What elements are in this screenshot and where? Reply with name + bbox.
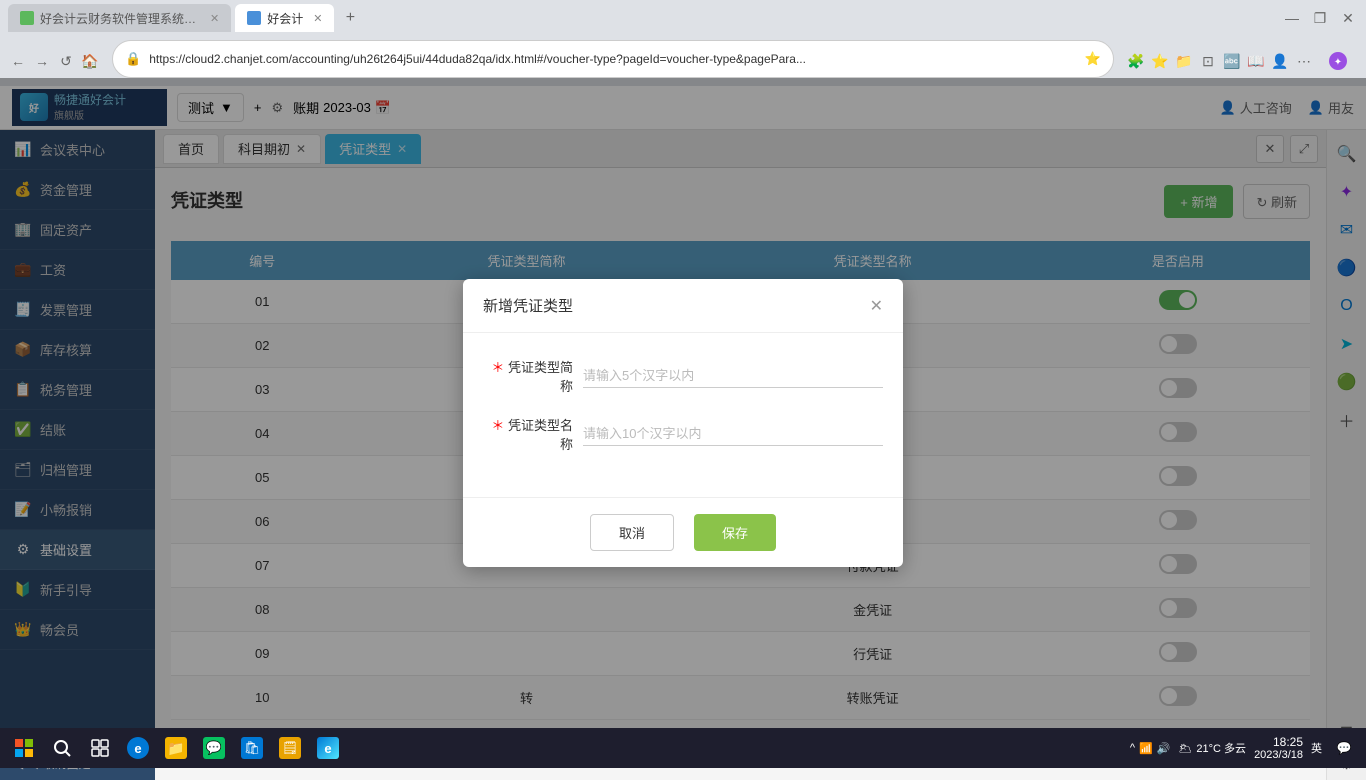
- minimize-btn[interactable]: —: [1282, 8, 1302, 28]
- tab1-favicon: [20, 11, 34, 25]
- start-button[interactable]: [8, 732, 40, 764]
- taskbar-browser[interactable]: e: [122, 732, 154, 764]
- tab2-favicon: [247, 11, 261, 25]
- reload-btn[interactable]: ↺: [56, 51, 76, 71]
- save-button[interactable]: 保存: [694, 514, 776, 551]
- taskbar-task-view[interactable]: [84, 732, 116, 764]
- restore-btn[interactable]: ❐: [1310, 8, 1330, 28]
- back-btn[interactable]: ←: [8, 51, 28, 71]
- collections-btn[interactable]: 📁: [1174, 51, 1194, 71]
- dialog-close-btn[interactable]: ✕: [870, 296, 883, 316]
- cancel-button[interactable]: 取消: [590, 514, 674, 551]
- address-bar[interactable]: 🔒 https://cloud2.chanjet.com/accounting/…: [112, 40, 1114, 78]
- taskbar-right-area: ^ 📶 🔊 🌥 21°C 多云 18:25 2023/3/18 英 💬: [1130, 734, 1358, 762]
- new-tab-button[interactable]: +: [338, 6, 362, 30]
- taskbar-store[interactable]: 🛍: [236, 732, 268, 764]
- sound-icon: 🔊: [1157, 742, 1171, 755]
- taskbar-clock[interactable]: 18:25 2023/3/18: [1254, 735, 1303, 761]
- abbr-required-mark: ＊: [491, 360, 504, 375]
- forward-btn[interactable]: →: [32, 51, 52, 71]
- tray-caret: ^: [1130, 742, 1135, 754]
- dialog-overlay: 新增凭证类型 ✕ ＊ 凭证类型简称 ＊ 凭证类型名称 取消 保存: [0, 78, 1366, 768]
- dialog-title: 新增凭证类型: [483, 295, 573, 316]
- taskbar-search[interactable]: [46, 732, 78, 764]
- favorites-btn[interactable]: ⭐: [1150, 51, 1170, 71]
- abbr-input[interactable]: [583, 364, 883, 388]
- notification-btn[interactable]: 💬: [1330, 734, 1358, 762]
- taskbar: e 📁 💬 🛍 🗒 e ^ 📶 🔊 🌥 21°C 多云 18:25 2023/3…: [0, 728, 1366, 768]
- tab2-title: 好会计: [267, 10, 303, 27]
- copilot-btn[interactable]: ✦: [1318, 51, 1358, 71]
- home-btn[interactable]: 🏠: [80, 51, 100, 71]
- name-label: ＊ 凭证类型名称: [483, 415, 583, 453]
- dialog: 新增凭证类型 ✕ ＊ 凭证类型简称 ＊ 凭证类型名称 取消 保存: [463, 279, 903, 567]
- dialog-body: ＊ 凭证类型简称 ＊ 凭证类型名称: [463, 333, 903, 497]
- weather-display: 🌥 21°C 多云: [1178, 740, 1246, 756]
- close-btn[interactable]: ✕: [1338, 8, 1358, 28]
- name-form-row: ＊ 凭证类型名称: [483, 415, 883, 453]
- tab2-close[interactable]: ✕: [313, 12, 322, 25]
- taskbar-edge-app[interactable]: e: [312, 732, 344, 764]
- taskbar-files[interactable]: 🗒: [274, 732, 306, 764]
- dialog-footer: 取消 保存: [463, 497, 903, 567]
- weather-text: 21°C 多云: [1196, 740, 1246, 756]
- name-input[interactable]: [583, 422, 883, 446]
- date-display: 2023/3/18: [1254, 749, 1303, 761]
- more-btn[interactable]: ⋯: [1294, 51, 1314, 71]
- svg-text:✦: ✦: [1334, 57, 1342, 68]
- input-method[interactable]: 英: [1311, 740, 1322, 756]
- abbr-form-row: ＊ 凭证类型简称: [483, 357, 883, 395]
- split-btn[interactable]: ⊡: [1198, 51, 1218, 71]
- abbr-label: ＊ 凭证类型简称: [483, 357, 583, 395]
- tab1-title: 好会计云财务软件管理系统_会计: [40, 10, 200, 27]
- browser-tab-2[interactable]: 好会计 ✕: [235, 4, 334, 32]
- immersive-btn[interactable]: 🔤: [1222, 51, 1242, 71]
- url-display: https://cloud2.chanjet.com/accounting/uh…: [149, 52, 1077, 66]
- read-btn[interactable]: 📖: [1246, 51, 1266, 71]
- extensions-btn[interactable]: 🧩: [1126, 51, 1146, 71]
- taskbar-explorer[interactable]: 📁: [160, 732, 192, 764]
- browser-tab-1[interactable]: 好会计云财务软件管理系统_会计 ✕: [8, 4, 231, 32]
- time-display: 18:25: [1273, 735, 1303, 749]
- weather-icon: 🌥: [1178, 742, 1192, 755]
- browser-tab-bar: 好会计云财务软件管理系统_会计 ✕ 好会计 ✕ + — ❐ ✕: [0, 0, 1366, 36]
- name-required-mark: ＊: [491, 418, 504, 433]
- taskbar-system-tray[interactable]: ^ 📶 🔊: [1130, 742, 1171, 755]
- tab1-close[interactable]: ✕: [210, 12, 219, 25]
- dialog-header: 新增凭证类型 ✕: [463, 279, 903, 333]
- taskbar-wechat[interactable]: 💬: [198, 732, 230, 764]
- profile-btn[interactable]: 👤: [1270, 51, 1290, 71]
- network-icon: 📶: [1139, 742, 1153, 755]
